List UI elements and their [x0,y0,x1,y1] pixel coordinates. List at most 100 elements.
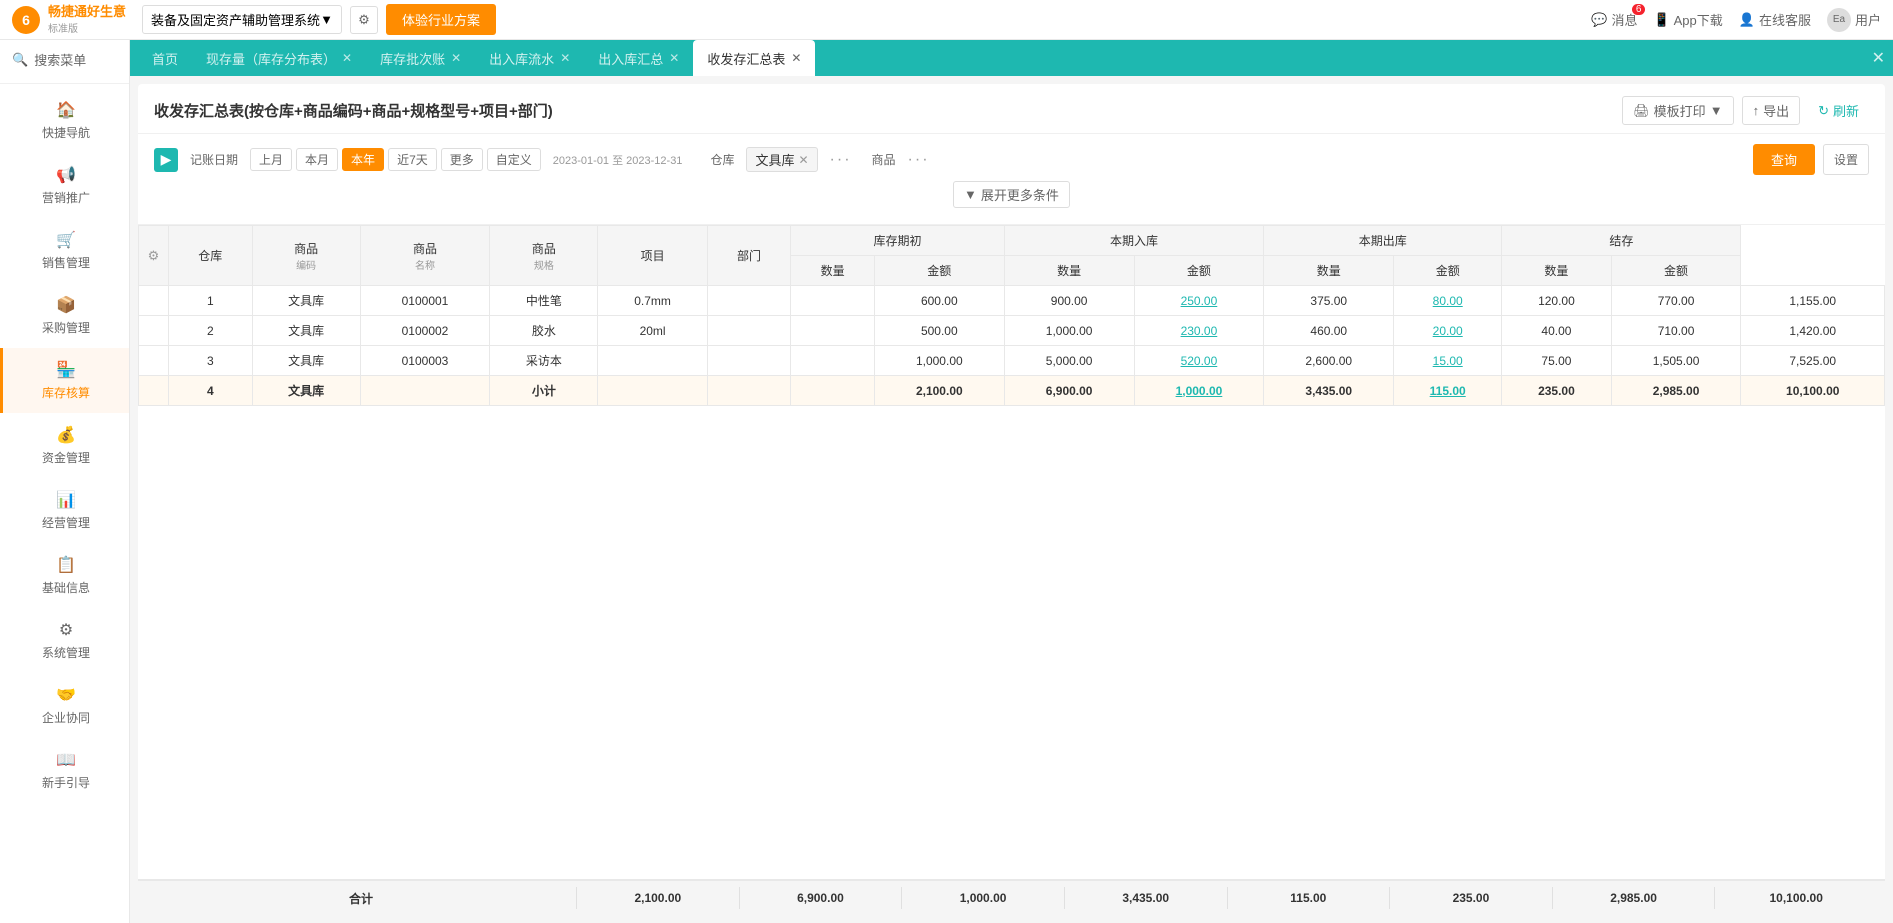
date-current-year-button[interactable]: 本年 [342,148,384,171]
tab-inventory-dist-close-icon[interactable]: ✕ [342,51,352,65]
td-out-qty-2[interactable]: 15.00 [1394,346,1502,376]
td-in-amt-1: 460.00 [1264,316,1394,346]
th-out: 本期出库 [1264,226,1502,256]
sidebar-item-marketing[interactable]: 📢 营销推广 [0,153,129,218]
td-in-qty-3[interactable]: 1,000.00 [1134,376,1264,406]
td-close-qty-3: 2,985.00 [1611,376,1741,406]
message-icon: 💬 [1591,12,1607,28]
message-badge: 6 [1632,4,1646,15]
tab-in-out-flow[interactable]: 出入库流水 ✕ [475,40,584,76]
expand-more-button[interactable]: ▼ 展开更多条件 [953,181,1070,208]
date-current-month-button[interactable]: 本月 [296,148,338,171]
td-out-qty-1[interactable]: 20.00 [1394,316,1502,346]
tab-batch-ledger-label: 库存批次账 [380,49,445,68]
tab-recv-send-summary[interactable]: 收发存汇总表 ✕ [693,40,815,76]
search-menu-label: 搜索菜单 [34,50,86,69]
td-spec-0: 0.7mm [598,286,707,316]
page-inner: 收发存汇总表(按仓库+商品编码+商品+规格型号+项目+部门) 🖨 模板打印 ▼ … [138,84,1885,915]
tab-batch-ledger-close-icon[interactable]: ✕ [451,51,461,65]
tab-inventory-dist[interactable]: 现存量（库存分布表） ✕ [192,40,366,76]
sidebar-label-guide: 新手引导 [42,774,90,791]
footer-open-amt: 6,900.00 [739,887,902,909]
td-open-amt-0: 900.00 [1004,286,1134,316]
sidebar-item-purchase[interactable]: 📦 采购管理 [0,283,129,348]
online-service-button[interactable]: 👤 在线客服 [1739,10,1811,29]
sidebar-item-quick-nav[interactable]: 🏠 快捷导航 [0,88,129,153]
warehouse-more-dots[interactable]: ··· [830,151,852,169]
user-avatar: Ea [1827,8,1851,32]
tab-bar-close-icon[interactable]: ✕ [1872,48,1885,68]
tab-in-out-summary[interactable]: 出入库汇总 ✕ [584,40,693,76]
filter-row-1: ▶ 记账日期 上月 本月 本年 近7天 更多 自定义 2023-01-01 至 … [154,144,1869,175]
sidebar: 🔍 搜索菜单 🏠 快捷导航 📢 营销推广 🛒 销售管理 📦 采购管理 🏪 库存核… [0,40,130,923]
td-in-qty-1[interactable]: 230.00 [1134,316,1264,346]
query-button[interactable]: 查询 [1753,144,1815,175]
tab-inventory-dist-label: 现存量（库存分布表） [206,49,336,68]
refresh-button[interactable]: ↻ 刷新 [1808,97,1869,124]
table-area: ⚙ 仓库 商品编码 商品名称 商品规格 项目 部门 库存期初 本期入库 本期出 [138,225,1885,879]
th-project: 项目 [598,226,707,286]
settings-filter-button[interactable]: 设置 [1823,144,1869,175]
th-name: 商品名称 [360,226,490,286]
date-prev-month-button[interactable]: 上月 [250,148,292,171]
td-project-2 [707,346,791,376]
td-open-qty-2: 1,000.00 [874,346,1004,376]
sidebar-item-sales[interactable]: 🛒 销售管理 [0,218,129,283]
td-in-qty-0[interactable]: 250.00 [1134,286,1264,316]
sidebar-item-system[interactable]: ⚙ 系统管理 [0,608,129,673]
system-title-area: 装备及固定资产辅助管理系统 ▼ ⚙ 体验行业方案 [142,4,1591,35]
tab-batch-ledger[interactable]: 库存批次账 ✕ [366,40,475,76]
logo-sub: 标准版 [48,20,126,35]
finance-icon: 💰 [56,425,76,445]
sidebar-item-basic[interactable]: 📋 基础信息 [0,543,129,608]
app-download-button[interactable]: 📱 App下载 [1653,10,1722,29]
warehouse-filter-label: 仓库 [710,151,734,168]
tab-recv-send-summary-close-icon[interactable]: ✕ [791,51,801,65]
td-num-3: 4 [169,376,253,406]
tab-in-out-summary-close-icon[interactable]: ✕ [669,51,679,65]
export-button[interactable]: ↑ 导出 [1742,96,1801,125]
th-in-amt: 金额 [1134,256,1264,286]
td-open-amt-2: 5,000.00 [1004,346,1134,376]
date-7days-button[interactable]: 近7天 [388,148,437,171]
td-close-amt-0: 1,155.00 [1741,286,1885,316]
td-close-amt-1: 1,420.00 [1741,316,1885,346]
message-button[interactable]: 💬 消息 6 [1591,10,1637,29]
date-more-button[interactable]: 更多 [441,148,483,171]
td-warehouse-0: 文具库 [252,286,360,316]
search-menu-button[interactable]: 🔍 搜索菜单 [0,40,129,79]
settings-button[interactable]: ⚙ [350,6,378,34]
warehouse-tag-close-icon[interactable]: ✕ [798,153,808,167]
date-custom-button[interactable]: 自定义 [487,148,541,171]
td-in-qty-2[interactable]: 520.00 [1134,346,1264,376]
td-num-1: 2 [169,316,253,346]
sidebar-item-guide[interactable]: 📖 新手引导 [0,738,129,803]
try-industry-button[interactable]: 体验行业方案 [386,4,496,35]
goods-more-dots[interactable]: ··· [908,151,930,169]
filter-expand-arrow[interactable]: ▶ [154,148,178,172]
export-icon: ↑ [1753,103,1760,118]
td-out-qty-0[interactable]: 80.00 [1394,286,1502,316]
tab-home[interactable]: 首页 [138,40,192,76]
sidebar-item-finance[interactable]: 💰 资金管理 [0,413,129,478]
td-name-0: 中性笔 [490,286,598,316]
tab-in-out-flow-close-icon[interactable]: ✕ [560,51,570,65]
td-out-amt-3: 235.00 [1502,376,1611,406]
system-title-dropdown[interactable]: 装备及固定资产辅助管理系统 ▼ [142,5,342,34]
table-settings-icon[interactable]: ⚙ [148,248,160,263]
sidebar-item-inventory[interactable]: 🏪 库存核算 [0,348,129,413]
footer-label: 合计 [146,890,576,907]
template-print-button[interactable]: 🖨 模板打印 ▼ [1622,96,1733,125]
user-button[interactable]: Ea 用户 [1827,8,1881,32]
td-close-amt-2: 7,525.00 [1741,346,1885,376]
refresh-icon: ↻ [1818,103,1829,119]
sidebar-item-operation[interactable]: 📊 经营管理 [0,478,129,543]
content-area: 首页 现存量（库存分布表） ✕ 库存批次账 ✕ 出入库流水 ✕ 出入库汇总 ✕ … [130,40,1893,923]
basic-icon: 📋 [56,555,76,575]
td-in-amt-0: 375.00 [1264,286,1394,316]
sidebar-label-system: 系统管理 [42,644,90,661]
sidebar-item-enterprise[interactable]: 🤝 企业协同 [0,673,129,738]
page-actions: 🖨 模板打印 ▼ ↑ 导出 ↻ 刷新 [1622,96,1869,125]
td-out-qty-3[interactable]: 115.00 [1394,376,1502,406]
td-project-3 [707,376,791,406]
